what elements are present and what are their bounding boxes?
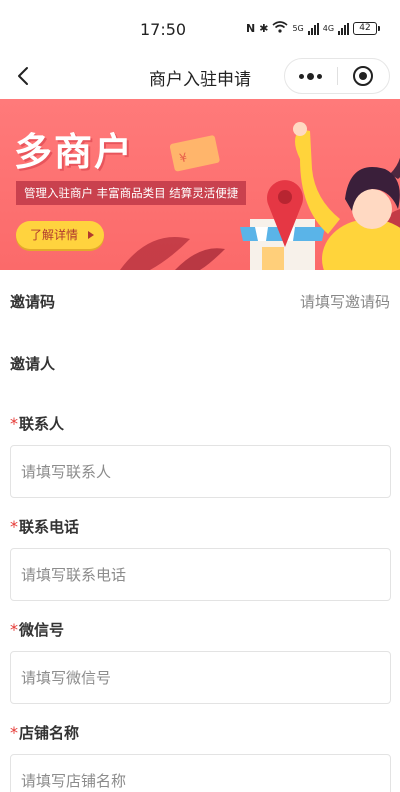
phone-label: 联系电话 <box>19 518 80 536</box>
inviter-row: 邀请人 <box>10 353 390 374</box>
learn-more-label: 了解详情 <box>30 228 79 242</box>
status-time: 17:50 <box>140 20 187 39</box>
required-mark: * <box>10 517 18 536</box>
shop-name-input[interactable] <box>11 755 390 792</box>
signal-icon <box>307 22 319 35</box>
contact-label: 联系人 <box>19 415 65 433</box>
shop-name-label-row: *店铺名称 <box>10 722 390 743</box>
signal-icon-2 <box>338 22 350 35</box>
mini-program-capsule <box>284 58 390 94</box>
invite-code-label: 邀请码 <box>10 293 56 311</box>
status-icons: N ✱ 5G 4G 42 <box>246 21 381 36</box>
contact-label-row: *联系人 <box>10 413 390 434</box>
required-mark: * <box>10 723 18 742</box>
invite-code-row[interactable]: 邀请码 请填写邀请码 <box>10 291 390 312</box>
invite-code-value[interactable]: 请填写邀请码 <box>300 291 390 312</box>
nfc-icon: N <box>246 22 256 35</box>
nav-bar: 商户入驻申请 <box>0 56 400 98</box>
shop-name-field[interactable] <box>10 754 391 792</box>
inviter-label: 邀请人 <box>10 355 56 373</box>
phone-label-row: *联系电话 <box>10 516 390 537</box>
wechat-label: 微信号 <box>19 621 65 639</box>
banner-title: 多商户 <box>14 130 135 174</box>
more-dots-icon[interactable] <box>285 72 337 80</box>
close-target-icon[interactable] <box>337 66 389 86</box>
required-mark: * <box>10 414 18 433</box>
wifi-icon <box>272 21 288 36</box>
contact-input[interactable] <box>11 446 390 497</box>
shop-name-label: 店铺名称 <box>19 724 80 742</box>
learn-more-button[interactable]: 了解详情 <box>16 221 105 249</box>
wechat-input[interactable] <box>11 652 390 703</box>
phone-input[interactable] <box>11 549 390 600</box>
required-mark: * <box>10 620 18 639</box>
wechat-label-row: *微信号 <box>10 619 390 640</box>
banner-subtitle: 管理入驻商户 丰富商品类目 结算灵活便捷 <box>16 181 247 205</box>
vibrate-icon: ✱ <box>259 22 269 35</box>
status-bar: 17:50 N ✱ 5G 4G 42 <box>0 0 400 56</box>
battery-icon: 42 <box>353 22 381 35</box>
network-5g-label: 5G <box>292 24 304 33</box>
wechat-field[interactable] <box>10 651 391 704</box>
network-4g-label: 4G <box>322 24 335 33</box>
contact-field[interactable] <box>10 445 391 498</box>
battery-level: 42 <box>353 22 378 35</box>
phone-field[interactable] <box>10 548 391 601</box>
promo-banner[interactable]: ¥ 多商户 管理入驻商户 丰富商品类目 结算灵活便捷 了解详情 <box>0 99 400 270</box>
play-arrow-icon <box>88 231 95 239</box>
